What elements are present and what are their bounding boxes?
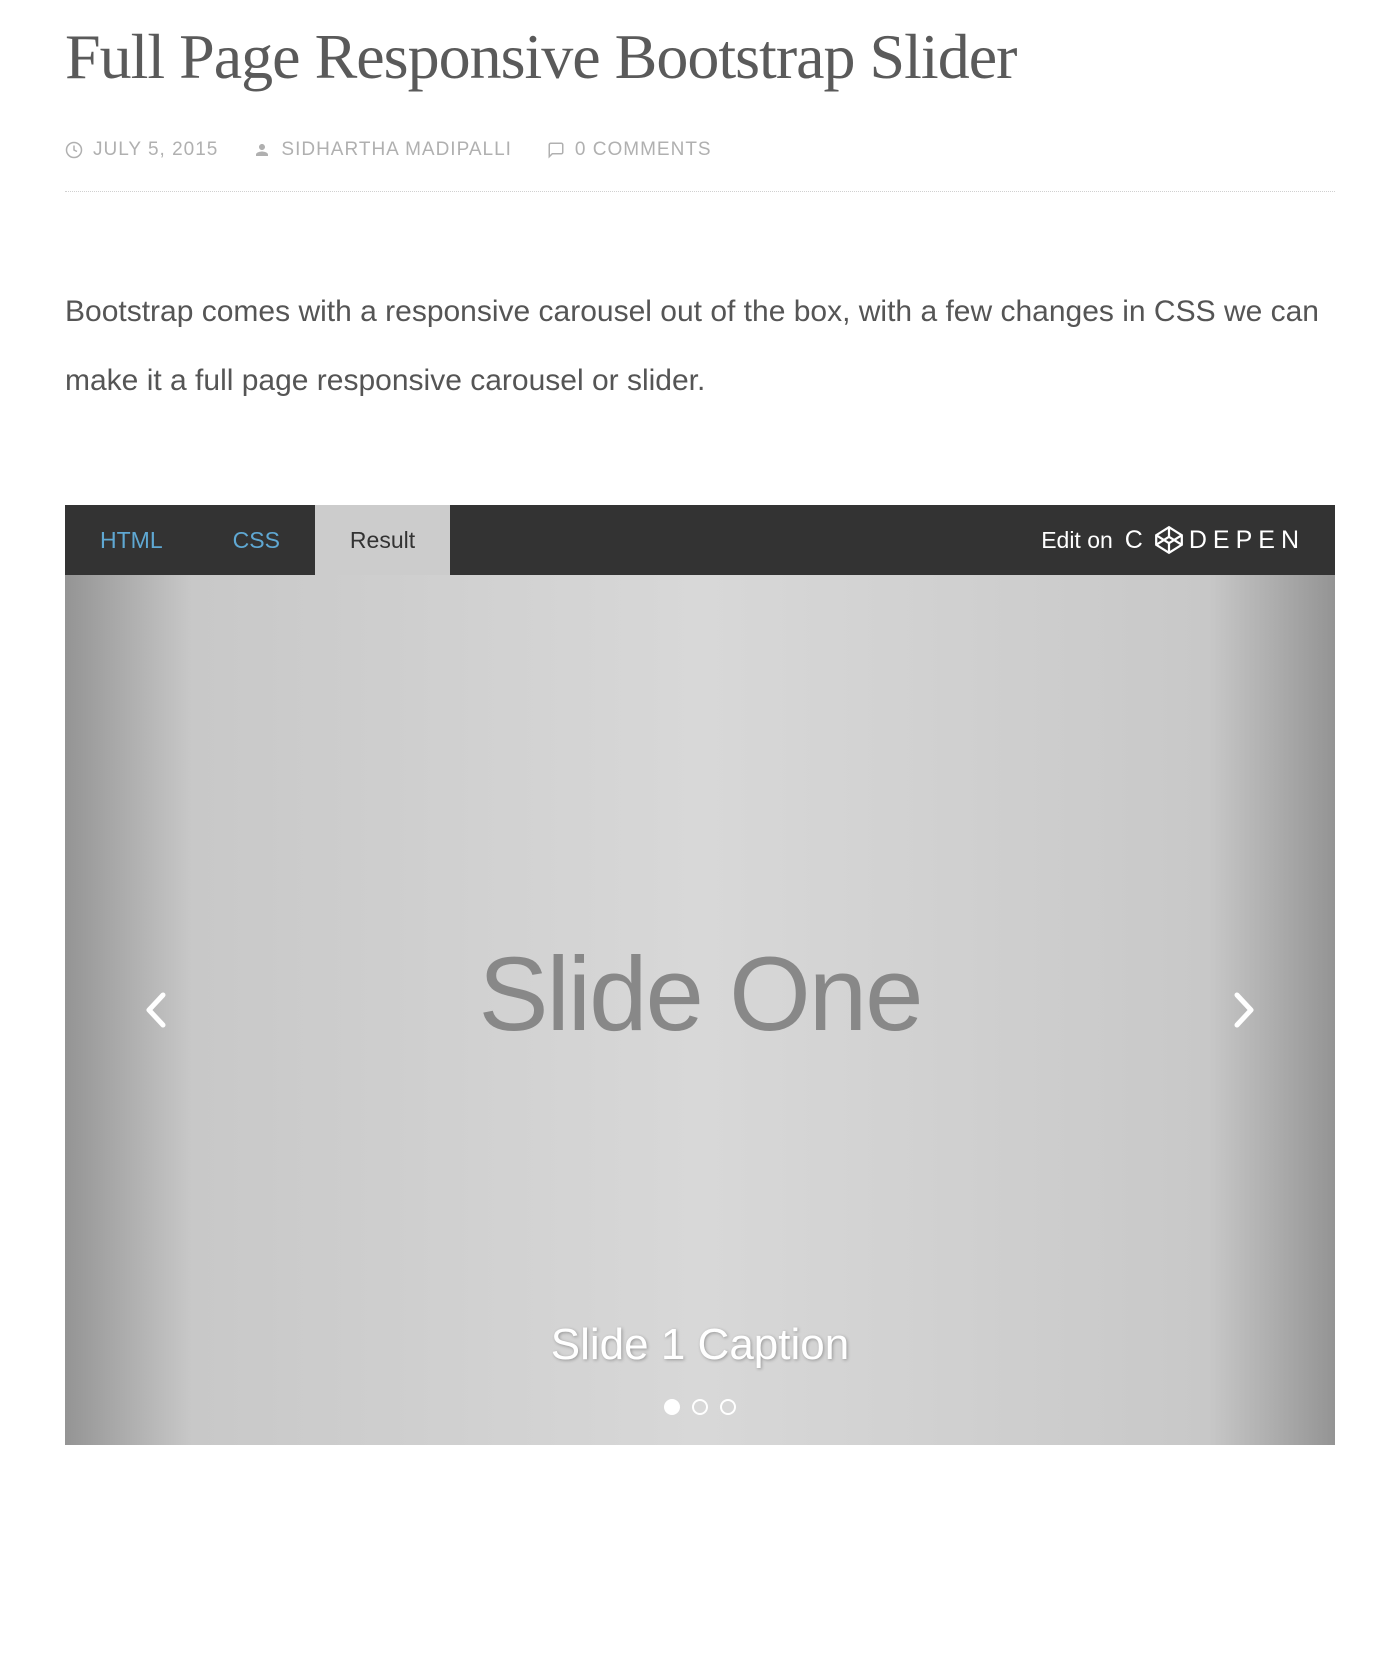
codepen-tabs: HTML CSS Result Edit on C DEPEN [65, 505, 1335, 575]
codepen-embed: HTML CSS Result Edit on C DEPEN [65, 505, 1335, 1445]
logo-text-left: C [1125, 526, 1149, 555]
meta-comments[interactable]: 0 COMMENTS [547, 139, 712, 161]
carousel-next-button[interactable] [1225, 990, 1265, 1030]
article-meta: JULY 5, 2015 SIDHARTHA MADIPALLI 0 COMME… [65, 139, 1335, 192]
author-text: SIDHARTHA MADIPALLI [281, 139, 512, 161]
codepen-cube-icon [1153, 524, 1185, 556]
edit-label: Edit on [1041, 527, 1113, 554]
indicator-3[interactable] [720, 1399, 736, 1415]
carousel: Slide One Slide 1 Caption [65, 575, 1335, 1445]
tab-html[interactable]: HTML [65, 505, 198, 575]
date-text: JULY 5, 2015 [93, 139, 218, 161]
slide-caption: Slide 1 Caption [551, 1320, 849, 1370]
indicator-2[interactable] [692, 1399, 708, 1415]
codepen-logo: C DEPEN [1125, 524, 1305, 556]
indicator-1[interactable] [664, 1399, 680, 1415]
user-icon [253, 141, 271, 159]
meta-author[interactable]: SIDHARTHA MADIPALLI [253, 139, 512, 161]
comments-text: 0 COMMENTS [575, 139, 712, 161]
logo-text-right: DEPEN [1189, 526, 1305, 555]
comment-icon [547, 141, 565, 159]
carousel-prev-button[interactable] [135, 990, 175, 1030]
carousel-indicators [664, 1399, 736, 1415]
slide-title: Slide One [478, 935, 921, 1055]
edit-on-codepen[interactable]: Edit on C DEPEN [1041, 524, 1335, 556]
tab-css[interactable]: CSS [198, 505, 315, 575]
meta-date[interactable]: JULY 5, 2015 [65, 139, 218, 161]
intro-paragraph: Bootstrap comes with a responsive carous… [65, 277, 1335, 415]
clock-icon [65, 141, 83, 159]
tab-result[interactable]: Result [315, 505, 450, 575]
page-title: Full Page Responsive Bootstrap Slider [65, 20, 1335, 94]
